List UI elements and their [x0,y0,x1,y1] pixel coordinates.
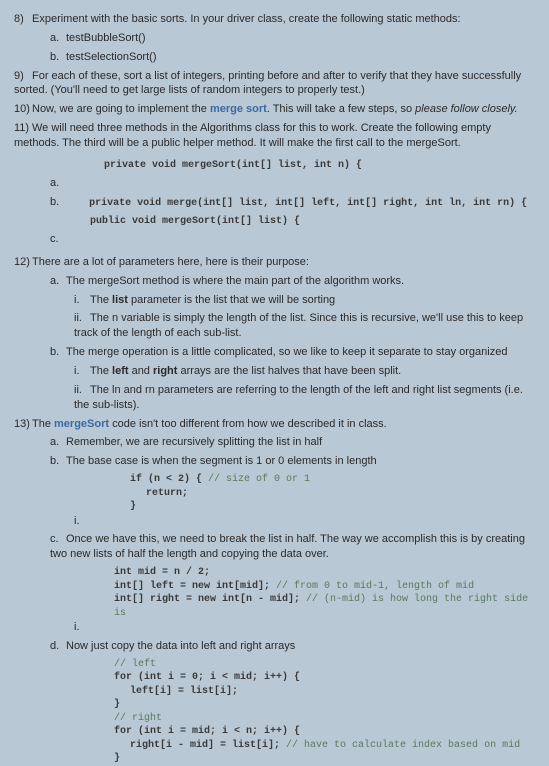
q11-c-label: c. [14,232,535,247]
q12-b: b.The merge operation is a little compli… [14,345,535,360]
q9-num: 9) [14,69,32,84]
q8-text: Experiment with the basic sorts. In your… [32,13,461,25]
q13-d-code-5: right[i - mid] = list[i]; // have to cal… [14,739,535,753]
question-9: 9)For each of these, sort a list of inte… [14,69,535,99]
q12-b-i-2: arrays are the list halves that have bee… [177,365,401,377]
q13-c-code-1: int mid = n / 2; [14,566,535,580]
q12-a-i-list: list [112,294,128,306]
q12-a-i-1: The [90,294,112,306]
q12-b-ii-text: The ln and rn parameters are referring t… [74,384,523,411]
q12-b-i-label: i. [74,364,90,379]
q12-text: There are a lot of parameters here, here… [32,256,309,268]
q13-d-code-3: } [14,698,535,712]
q13-d-text: Now just copy the data into left and rig… [66,640,295,652]
q12-a-i-label: i. [74,293,90,308]
q13-d-comment-2: // right [14,712,535,726]
q13-b-code-1: if (n < 2) { // size of 0 or 1 [14,473,535,487]
q13-b-label: b. [50,454,66,469]
question-10: 10)Now, we are going to implement the me… [14,102,535,117]
q12-a-ii: ii.The n variable is simply the length o… [14,311,535,341]
q13-d: d.Now just copy the data into left and r… [14,639,535,654]
q10-follow: please follow closely. [415,103,518,115]
q12-b-i-and: and [129,365,153,377]
q13-d-label: d. [50,639,66,654]
q13-num: 13) [14,417,32,432]
q12-b-i-left: left [112,365,129,377]
q12-b-i-1: The [90,365,112,377]
q8-b-text: testSelectionSort() [66,51,156,63]
q10-merge-sort: merge sort [210,103,267,115]
q12-b-i: i.The left and right arrays are the list… [14,364,535,379]
q10-t1: Now, we are going to implement the [32,103,210,115]
q13-d-code-6: } [14,752,535,766]
q12-a-ii-label: ii. [74,311,90,326]
q11-c-code: public void mergeSort(int[] list) { [14,215,535,229]
q13-t2: code isn't too different from how we des… [109,418,387,430]
q12-b-text: The merge operation is a little complica… [66,346,507,358]
q12-a-label: a. [50,274,66,289]
q13-d-code-4: for (int i = mid; i < n; i++) { [14,725,535,739]
q11-b: b. private void merge(int[] list, int[] … [14,195,535,211]
q13-b: b.The base case is when the segment is 1… [14,454,535,469]
q8-b: b.testSelectionSort() [14,50,535,65]
q10-num: 10) [14,102,32,117]
q12-b-label: b. [50,345,66,360]
question-13: 13)The mergeSort code isn't too differen… [14,417,535,432]
q13-c-code-2: int[] left = new int[mid]; // from 0 to … [14,580,535,594]
q8-a-text: testBubbleSort() [66,32,145,44]
q12-b-ii: ii.The ln and rn parameters are referrin… [14,383,535,413]
q8-num: 8) [14,12,32,27]
q12-a-i: i.The list parameter is the list that we… [14,293,535,308]
q12-num: 12) [14,255,32,270]
q13-b-i-label: i. [14,514,535,529]
q11-a-label: a. [14,176,535,191]
q9-text: For each of these, sort a list of intege… [14,70,521,97]
q8-a: a.testBubbleSort() [14,31,535,46]
q12-a-ii-text: The n variable is simply the length of t… [74,312,523,339]
q12-b-i-right: right [153,365,177,377]
q13-mergeSort: mergeSort [54,418,109,430]
q11-text: We will need three methods in the Algori… [14,122,491,149]
q13-b-code-3: } [14,500,535,514]
q12-a: a.The mergeSort method is where the main… [14,274,535,289]
q13-c-i-label: i. [14,620,535,635]
q11-b-code: private void merge(int[] list, int[] lef… [89,198,527,209]
q13-a: a.Remember, we are recursively splitting… [14,435,535,450]
q12-a-text: The mergeSort method is where the main p… [66,275,404,287]
question-11: 11)We will need three methods in the Alg… [14,121,535,151]
q13-c-code-3: int[] right = new int[n - mid]; // (n-mi… [14,593,535,620]
q13-a-text: Remember, we are recursively splitting t… [66,436,322,448]
q12-a-i-2: parameter is the list that we will be so… [128,294,335,306]
q11-b-label: b. [50,195,66,210]
q12-b-ii-label: ii. [74,383,90,398]
q13-c: c.Once we have this, we need to break th… [14,532,535,562]
question-8: 8)Experiment with the basic sorts. In yo… [14,12,535,27]
q13-b-code-2: return; [14,487,535,501]
question-12: 12)There are a lot of parameters here, h… [14,255,535,270]
q11-num: 11) [14,121,32,136]
q8-b-label: b. [50,50,66,65]
q13-c-label: c. [50,532,66,547]
q13-b-text: The base case is when the segment is 1 o… [66,455,377,467]
q11-a-code: private void mergeSort(int[] list, int n… [14,159,535,173]
q13-a-label: a. [50,435,66,450]
q13-d-comment-1: // left [14,658,535,672]
q10-t2: . This will take a few steps, so [267,103,415,115]
q13-c-text: Once we have this, we need to break the … [50,533,525,560]
q13-d-code-2: left[i] = list[i]; [14,685,535,699]
q13-d-code-1: for (int i = 0; i < mid; i++) { [14,671,535,685]
q13-t1: The [32,418,54,430]
q8-a-label: a. [50,31,66,46]
